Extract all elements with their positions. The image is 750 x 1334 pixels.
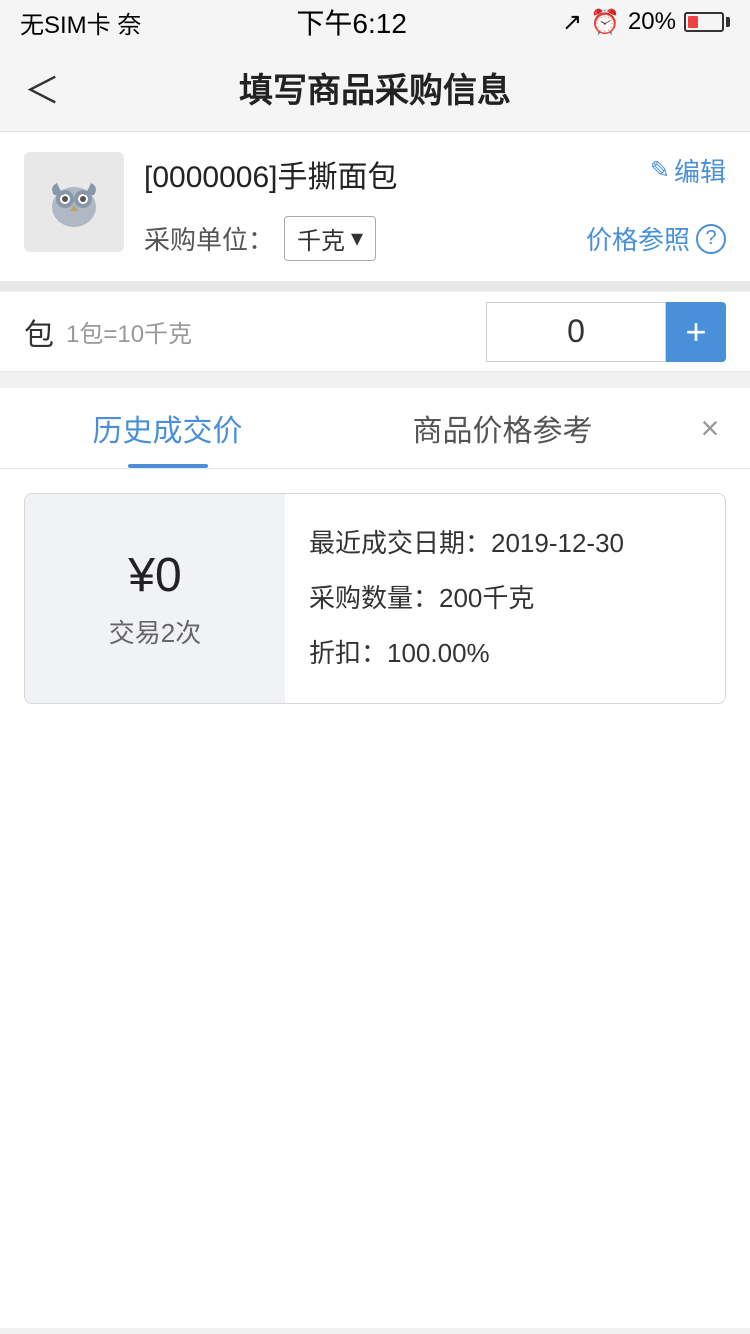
alarm-icon: ⏰: [590, 8, 620, 37]
unit-label: 采购单位： 千克 ▾: [144, 216, 376, 261]
edit-label: 编辑: [674, 152, 726, 189]
price-reference-button[interactable]: 价格参照 ?: [586, 220, 726, 257]
product-name: [0000006]手撕面包: [144, 152, 634, 196]
battery-indicator: [684, 12, 730, 32]
trade-discount-row: 折扣：100.00%: [309, 634, 701, 673]
carrier-label: 无SIM卡 奈: [20, 5, 141, 40]
edit-button[interactable]: ✎ 编辑: [650, 152, 726, 189]
product-info: [0000006]手撕面包 ✎ 编辑 采购单位： 千克 ▾ 价格参照: [144, 152, 726, 261]
help-icon: ?: [696, 224, 726, 254]
quantity-input[interactable]: 0: [486, 302, 666, 362]
yen-symbol: ¥: [128, 549, 155, 602]
trade-quantity-row: 采购数量：200千克: [309, 579, 701, 618]
product-card: [0000006]手撕面包 ✎ 编辑 采购单位： 千克 ▾ 价格参照: [0, 132, 750, 281]
tab-history-price[interactable]: 历史成交价: [0, 388, 335, 468]
tab-close-button[interactable]: ×: [670, 388, 750, 468]
quantity-unit: 包: [24, 310, 54, 354]
tab-underline: [128, 464, 208, 468]
trade-price-section: ¥0 交易2次: [25, 494, 285, 703]
page-title: 填写商品采购信息: [239, 63, 511, 112]
unit-select[interactable]: 千克 ▾: [284, 216, 376, 261]
trade-price: ¥0: [128, 548, 181, 603]
trade-card: ¥0 交易2次 最近成交日期：2019-12-30 采购数量：200千克 折扣：…: [24, 493, 726, 704]
quantity-plus-button[interactable]: +: [666, 302, 726, 362]
status-time: 下午6:12: [296, 2, 407, 42]
bottom-area: [0, 728, 750, 1328]
trade-card-wrapper: ¥0 交易2次 最近成交日期：2019-12-30 采购数量：200千克 折扣：…: [0, 469, 750, 728]
nav-bar: ＜ 填写商品采购信息: [0, 44, 750, 132]
trade-count: 交易2次: [109, 613, 201, 650]
owl-icon: [39, 167, 109, 237]
battery-percent: 20%: [628, 8, 676, 36]
status-right: ↗ ⏰ 20%: [562, 8, 730, 37]
trade-date-row: 最近成交日期：2019-12-30: [309, 524, 701, 563]
back-button[interactable]: ＜: [24, 62, 60, 114]
edit-icon: ✎: [650, 156, 670, 185]
dropdown-arrow-icon: ▾: [351, 224, 363, 253]
location-icon: ↗: [562, 8, 582, 37]
status-bar: 无SIM卡 奈 下午6:12 ↗ ⏰ 20%: [0, 0, 750, 44]
product-thumbnail: [24, 152, 124, 252]
quantity-controls: 0 +: [486, 302, 726, 362]
section-divider: [0, 281, 750, 291]
tab-price-reference[interactable]: 商品价格参考: [335, 388, 670, 468]
tabs-header: 历史成交价 商品价格参考 ×: [0, 388, 750, 469]
status-left: 无SIM卡 奈: [20, 5, 141, 40]
trade-details: 最近成交日期：2019-12-30 采购数量：200千克 折扣：100.00%: [285, 494, 725, 703]
tabs-section: 历史成交价 商品价格参考 × ¥0 交易2次 最近成交日期：2019-12-30…: [0, 388, 750, 728]
quantity-convert: 1包=10千克: [66, 314, 192, 349]
quantity-label: 包 1包=10千克: [24, 310, 192, 354]
quantity-section: 包 1包=10千克 0 +: [0, 292, 750, 372]
